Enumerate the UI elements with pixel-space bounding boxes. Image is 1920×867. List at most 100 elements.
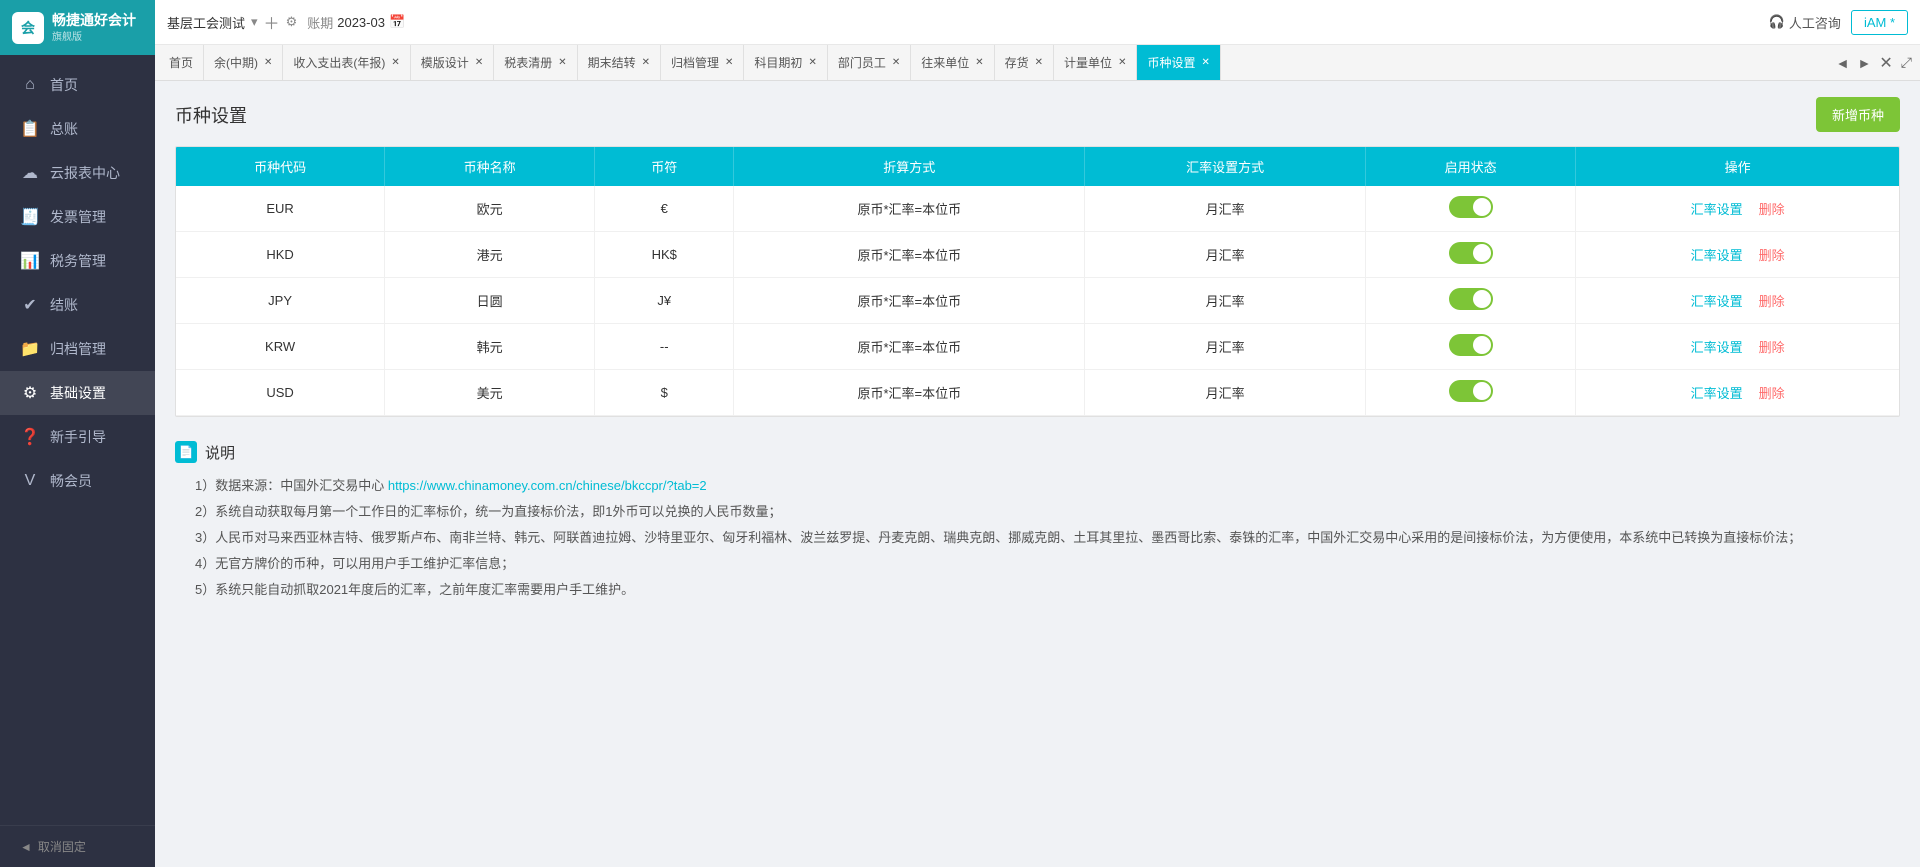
action-cell-2: 汇率设置 删除	[1588, 291, 1887, 310]
tab-archive[interactable]: 归档管理 ✕	[661, 45, 744, 81]
tab-close-period[interactable]: ✕	[642, 57, 650, 68]
rate-setting-link-3[interactable]: 汇率设置	[1691, 337, 1743, 356]
rate-setting-link-4[interactable]: 汇率设置	[1691, 383, 1743, 402]
tab-close-archive[interactable]: ✕	[725, 57, 733, 68]
tab-close-balance[interactable]: ✕	[264, 57, 272, 68]
action-cell-4: 汇率设置 删除	[1588, 383, 1887, 402]
tab-label-tax: 税表清册	[504, 54, 552, 71]
tab-close-inventory[interactable]: ✕	[1035, 57, 1043, 68]
sidebar-label-home: 首页	[50, 75, 78, 95]
sidebar-item-tax[interactable]: 📊 税务管理	[0, 239, 155, 283]
cell-rate-type-4: 月汇率	[1085, 370, 1366, 416]
cell-enabled-3	[1366, 324, 1576, 370]
tab-dept[interactable]: 部门员工✕	[828, 45, 911, 81]
tab-income[interactable]: 收入支出表(年报) ✕	[283, 45, 410, 81]
tab-close-tax[interactable]: ✕	[558, 57, 566, 68]
cell-actions-3: 汇率设置 删除	[1576, 324, 1899, 370]
tab-close-currency[interactable]: ✕	[1201, 57, 1209, 68]
toggle-enabled-0[interactable]	[1449, 196, 1493, 218]
sidebar-label-invoice: 发票管理	[50, 207, 106, 227]
tab-partner[interactable]: 往来单位✕	[911, 45, 994, 81]
sidebar-item-member[interactable]: V 畅会员	[0, 459, 155, 503]
delete-link-4[interactable]: 删除	[1759, 383, 1785, 402]
table-row: EUR 欧元 € 原币*汇率=本位币 月汇率 汇率设置 删除	[176, 186, 1899, 232]
company-name: 基层工会测试	[167, 13, 245, 32]
add-icon[interactable]: ＋	[264, 10, 280, 34]
tab-label-balance: 余(中期)	[214, 54, 258, 71]
sidebar-item-cloud[interactable]: ☁ 云报表中心	[0, 151, 155, 195]
topbar: 基层工会测试 ▾ ＋ ⚙ 账期 2023-03 📅 🎧 人工咨询 iAM *	[155, 0, 1920, 45]
tab-close-template[interactable]: ✕	[475, 57, 483, 68]
tab-close-unit[interactable]: ✕	[1118, 57, 1126, 68]
tab-close-all-button[interactable]: ✕	[1875, 53, 1896, 73]
note-link[interactable]: https://www.chinamoney.com.cn/chinese/bk…	[388, 478, 707, 493]
content-area: 币种设置 新增币种 币种代码币种名称币符折算方式汇率设置方式启用状态操作 EUR…	[155, 81, 1920, 867]
tab-period[interactable]: 期末结转✕	[578, 45, 661, 81]
delete-link-0[interactable]: 删除	[1759, 199, 1785, 218]
calendar-icon[interactable]: 📅	[389, 14, 405, 30]
tab-unit[interactable]: 计量单位 ✕	[1054, 45, 1137, 81]
rate-setting-link-2[interactable]: 汇率设置	[1691, 291, 1743, 310]
cell-rate-type-0: 月汇率	[1085, 186, 1366, 232]
tab-prev-arrow[interactable]: ◄	[1832, 55, 1854, 71]
tab-tax[interactable]: 税表清册 ✕	[494, 45, 577, 81]
sidebar-icon-ledger: 📋	[20, 119, 40, 139]
tab-balance[interactable]: 余(中期) ✕	[204, 45, 283, 81]
tab-currency[interactable]: 币种设置✕	[1137, 45, 1220, 81]
delete-link-3[interactable]: 删除	[1759, 337, 1785, 356]
tab-label-income: 收入支出表(年报)	[293, 54, 385, 71]
cell-name-1: 港元	[385, 232, 595, 278]
table-body: EUR 欧元 € 原币*汇率=本位币 月汇率 汇率设置 删除 HKD 港元 HK…	[176, 186, 1899, 416]
headset-icon: 🎧	[1769, 14, 1785, 30]
table-row: USD 美元 $ 原币*汇率=本位币 月汇率 汇率设置 删除	[176, 370, 1899, 416]
sidebar-item-ledger[interactable]: 📋 总账	[0, 107, 155, 151]
toggle-enabled-4[interactable]	[1449, 380, 1493, 402]
tab-close-income[interactable]: ✕	[391, 57, 399, 68]
toggle-enabled-3[interactable]	[1449, 334, 1493, 356]
tab-close-subject[interactable]: ✕	[808, 57, 816, 68]
tab-home[interactable]: 首页	[159, 45, 204, 81]
sidebar-item-settings[interactable]: ⚙ 基础设置	[0, 371, 155, 415]
sidebar-item-checkout[interactable]: ✔ 结账	[0, 283, 155, 327]
tab-subject[interactable]: 科目期初✕	[744, 45, 827, 81]
help-label: 人工咨询	[1789, 13, 1841, 32]
toggle-enabled-1[interactable]	[1449, 242, 1493, 264]
dropdown-icon[interactable]: ▾	[251, 14, 258, 30]
sidebar-item-archivemgr[interactable]: 📁 归档管理	[0, 327, 155, 371]
tab-expand-button[interactable]: ⤢	[1897, 54, 1916, 71]
tab-label-archive: 归档管理	[671, 54, 719, 71]
tab-close-partner[interactable]: ✕	[975, 57, 983, 68]
rate-setting-link-0[interactable]: 汇率设置	[1691, 199, 1743, 218]
cell-conversion-3: 原币*汇率=本位币	[734, 324, 1085, 370]
cell-name-4: 美元	[385, 370, 595, 416]
tab-inventory[interactable]: 存货✕	[995, 45, 1054, 81]
note-item-2: 3）人民币对马来西亚林吉特、俄罗斯卢布、南非兰特、韩元、阿联酋迪拉姆、沙特里亚尔…	[195, 525, 1900, 551]
settings-icon[interactable]: ⚙	[286, 14, 298, 30]
sidebar-item-home[interactable]: ⌂ 首页	[0, 63, 155, 107]
sidebar-label-ledger: 总账	[50, 119, 78, 139]
tab-label-unit: 计量单位	[1064, 54, 1112, 71]
tab-close-dept[interactable]: ✕	[892, 57, 900, 68]
currency-table: 币种代码币种名称币符折算方式汇率设置方式启用状态操作 EUR 欧元 € 原币*汇…	[176, 147, 1899, 416]
table-row: KRW 韩元 -- 原币*汇率=本位币 月汇率 汇率设置 删除	[176, 324, 1899, 370]
delete-link-1[interactable]: 删除	[1759, 245, 1785, 264]
app-name: 畅捷通好会计	[52, 12, 136, 29]
cell-conversion-2: 原币*汇率=本位币	[734, 278, 1085, 324]
pin-icon: ◄	[20, 840, 32, 854]
toggle-enabled-2[interactable]	[1449, 288, 1493, 310]
action-cell-1: 汇率设置 删除	[1588, 245, 1887, 264]
rate-setting-link-1[interactable]: 汇率设置	[1691, 245, 1743, 264]
tab-next-arrow[interactable]: ►	[1854, 55, 1876, 71]
delete-link-2[interactable]: 删除	[1759, 291, 1785, 310]
sidebar-item-invoice[interactable]: 🧾 发票管理	[0, 195, 155, 239]
new-currency-button[interactable]: 新增币种	[1816, 97, 1900, 132]
sidebar-item-guide[interactable]: ❓ 新手引导	[0, 415, 155, 459]
toggle-knob-4	[1473, 382, 1491, 400]
sidebar-icon-guide: ❓	[20, 427, 40, 447]
account-button[interactable]: iAM *	[1851, 10, 1908, 35]
sidebar-label-member: 畅会员	[50, 471, 92, 491]
help-button[interactable]: 🎧 人工咨询	[1769, 13, 1841, 32]
tab-template[interactable]: 模版设计✕	[411, 45, 494, 81]
cell-code-3: KRW	[176, 324, 385, 370]
sidebar-pin-button[interactable]: ◄ 取消固定	[0, 825, 155, 867]
